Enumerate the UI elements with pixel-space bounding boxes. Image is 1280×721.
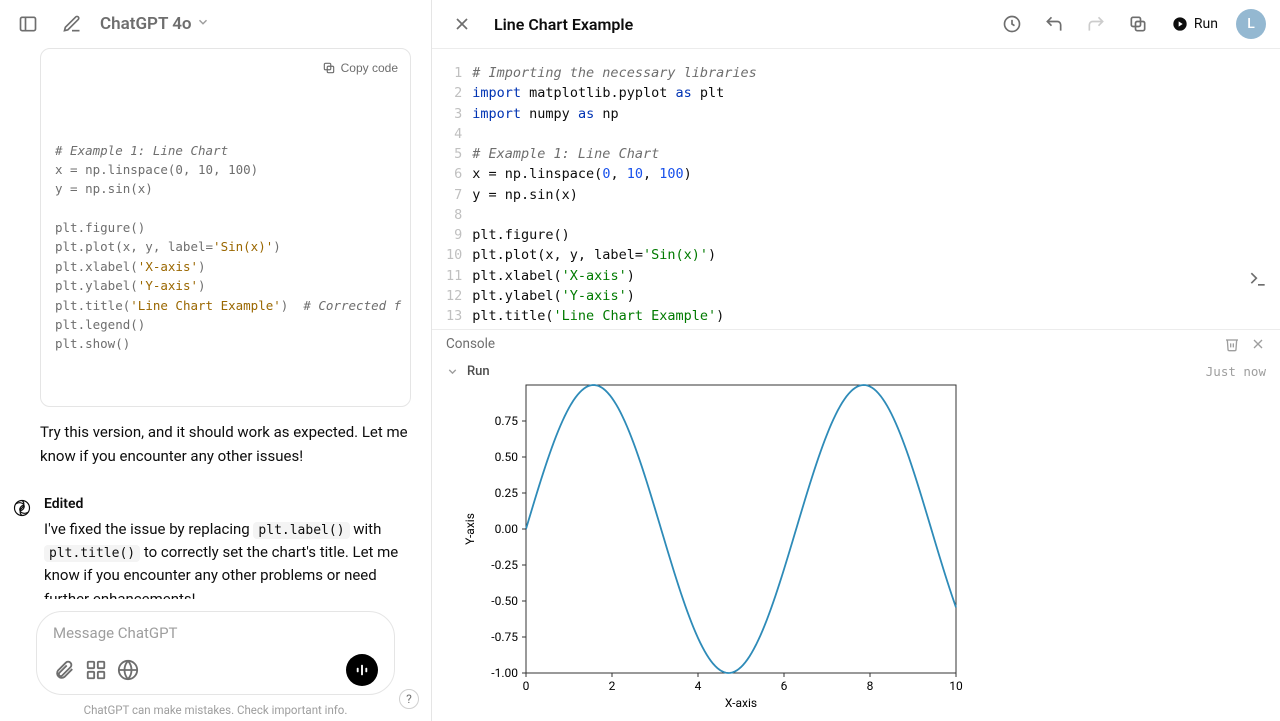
web-icon[interactable]	[117, 659, 139, 681]
close-icon[interactable]	[446, 8, 478, 40]
console-label: Console	[446, 336, 495, 352]
svg-text:Y-axis: Y-axis	[463, 513, 477, 545]
voice-input-button[interactable]	[346, 654, 378, 686]
svg-text:X-axis: X-axis	[725, 696, 757, 710]
assistant-message: Try this version, and it should work as …	[40, 421, 411, 468]
console-timestamp: Just now	[1206, 364, 1266, 379]
conversation-scroll[interactable]: Copy code # Example 1: Line Chartx = np.…	[0, 48, 431, 599]
line-gutter: 1 2 3 4 5 6 7 8 9 10 11 12 13 14 15	[432, 63, 472, 329]
svg-text:0.75: 0.75	[495, 414, 519, 428]
disclaimer-text: ChatGPT can make mistakes. Check importa…	[36, 703, 395, 717]
help-button[interactable]: ?	[399, 689, 419, 709]
undo-icon[interactable]	[1038, 8, 1070, 40]
copy-canvas-icon[interactable]	[1122, 8, 1154, 40]
copy-code-button[interactable]: Copy code	[322, 59, 398, 78]
chevron-down-icon[interactable]	[446, 365, 459, 378]
assistant-message-2: I've fixed the issue by replacing plt.la…	[44, 518, 411, 599]
svg-text:-0.25: -0.25	[491, 558, 518, 572]
user-avatar[interactable]: L	[1236, 9, 1266, 39]
trash-icon[interactable]	[1224, 336, 1240, 352]
history-icon[interactable]	[996, 8, 1028, 40]
output-chart: 0 2 4 6 8 10 -1.00 -0.75 -0.50 -0.25 0.00 0.25 0.50 0…	[456, 383, 976, 713]
svg-text:0: 0	[523, 679, 530, 693]
svg-text:10: 10	[949, 679, 963, 693]
chevron-down-icon	[196, 14, 210, 34]
edited-label: Edited	[44, 496, 411, 512]
svg-text:4: 4	[695, 679, 702, 693]
svg-text:6: 6	[781, 679, 788, 693]
svg-text:0.25: 0.25	[495, 486, 519, 500]
svg-text:2: 2	[609, 679, 616, 693]
svg-text:0.50: 0.50	[495, 450, 519, 464]
console-run-label: Run	[467, 364, 490, 379]
model-selector[interactable]: ChatGPT 4o	[100, 14, 210, 34]
canvas-title: Line Chart Example	[494, 15, 986, 34]
terminal-toggle-icon[interactable]	[1248, 269, 1268, 295]
svg-text:0.00: 0.00	[495, 522, 519, 536]
model-name: ChatGPT 4o	[100, 14, 192, 34]
openai-logo-icon	[12, 498, 32, 518]
sidebar-toggle-icon[interactable]	[12, 8, 44, 40]
code-snippet: Copy code # Example 1: Line Chartx = np.…	[40, 48, 411, 407]
code-editor[interactable]: 1 2 3 4 5 6 7 8 9 10 11 12 13 14 15 # Im…	[432, 49, 1280, 329]
svg-text:-1.00: -1.00	[491, 666, 518, 680]
redo-icon[interactable]	[1080, 8, 1112, 40]
close-console-icon[interactable]	[1250, 336, 1266, 352]
message-input[interactable]: Message ChatGPT	[36, 611, 395, 695]
svg-text:-0.75: -0.75	[491, 630, 518, 644]
svg-text:8: 8	[867, 679, 874, 693]
tools-icon[interactable]	[85, 659, 107, 681]
run-button[interactable]: Run	[1164, 12, 1226, 36]
new-chat-icon[interactable]	[56, 8, 88, 40]
attach-icon[interactable]	[53, 659, 75, 681]
svg-text:-0.50: -0.50	[491, 594, 518, 608]
input-placeholder: Message ChatGPT	[53, 624, 378, 642]
